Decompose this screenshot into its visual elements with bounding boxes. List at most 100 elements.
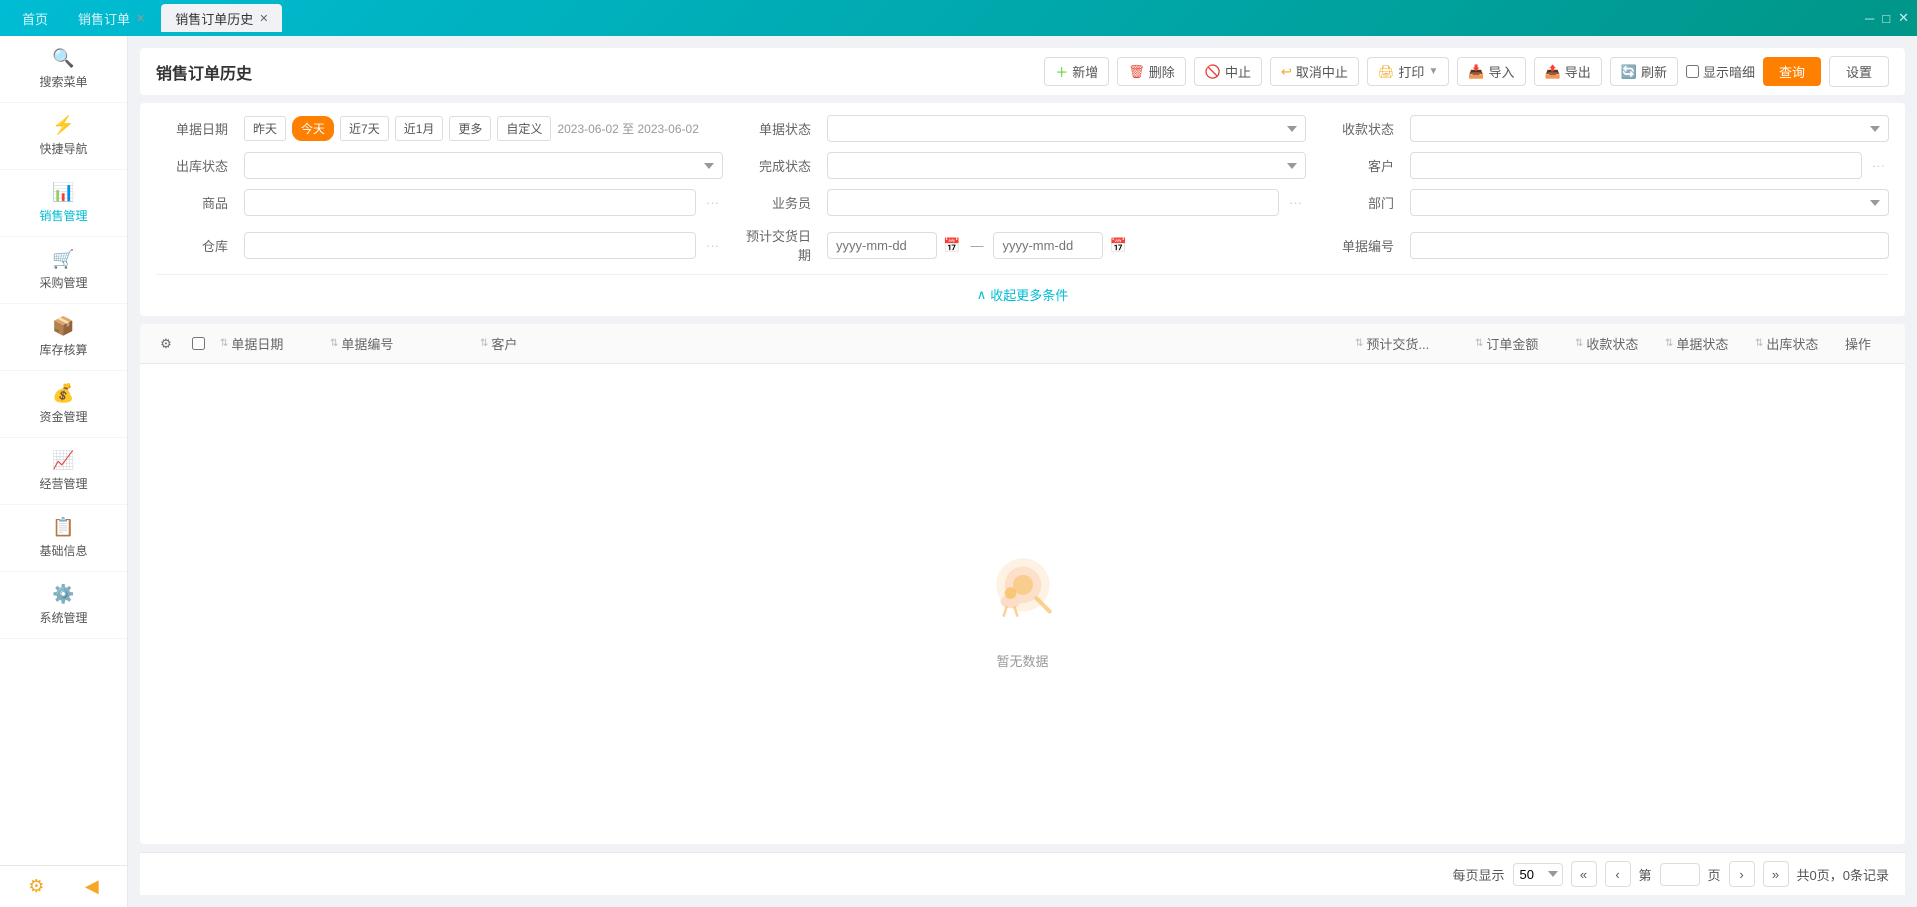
refresh-button[interactable]: 🔄 刷新: [1610, 57, 1678, 86]
search-menu-icon: 🔍: [52, 48, 74, 69]
th-no: ⇅ 单据编号: [322, 334, 472, 353]
stock-out-select[interactable]: [244, 152, 723, 179]
new-button[interactable]: ＋ 新增: [1044, 57, 1109, 86]
sidebar-item-finance[interactable]: 💰 资金管理: [0, 371, 127, 438]
query-button[interactable]: 查询: [1763, 57, 1821, 86]
th-settings[interactable]: ⚙: [148, 336, 184, 352]
th-sort-stock-icon[interactable]: ⇅: [1755, 338, 1763, 349]
sidebar-item-quick-nav[interactable]: ⚡ 快捷导航: [0, 103, 127, 170]
salesperson-dots[interactable]: ···: [1285, 195, 1306, 210]
page-label-post: 页: [1708, 865, 1721, 884]
sales-mgmt-icon: 📊: [52, 182, 74, 203]
stop-icon: 🚫: [1205, 64, 1221, 80]
th-amount-label: 订单金额: [1486, 334, 1538, 353]
date-btn-more[interactable]: 更多: [449, 116, 491, 141]
tab-sales-order-history-close[interactable]: ✕: [259, 12, 268, 25]
tab-sales-order[interactable]: 销售订单 ✕: [64, 4, 159, 32]
tab-sales-order-close[interactable]: ✕: [136, 12, 145, 25]
warehouse-input[interactable]: [244, 232, 696, 259]
th-sort-amount-icon[interactable]: ⇅: [1475, 338, 1483, 349]
settings-button[interactable]: 设置: [1829, 56, 1889, 87]
tab-home[interactable]: 首页: [8, 4, 62, 32]
th-sort-no-icon[interactable]: ⇅: [330, 338, 338, 349]
th-date-label: 单据日期: [231, 334, 283, 353]
sidebar-item-operations[interactable]: 📈 经营管理: [0, 438, 127, 505]
collapse-label: 收起更多条件: [990, 285, 1068, 304]
calendar-end-icon[interactable]: 📅: [1109, 237, 1126, 254]
date-btn-today[interactable]: 今天: [292, 116, 334, 141]
cancel-stop-button[interactable]: ↩ 取消中止: [1270, 57, 1359, 86]
customer-dots[interactable]: ···: [1868, 158, 1889, 173]
tab-sales-order-history[interactable]: 销售订单历史 ✕: [161, 4, 282, 32]
th-sort-receipt-icon[interactable]: ⇅: [1575, 338, 1583, 349]
order-no-input[interactable]: [1410, 232, 1889, 259]
main-layout: 🔍 搜索菜单 ⚡ 快捷导航 📊 销售管理 🛒 采购管理 📦 库存核算 💰 资金管…: [0, 36, 1917, 907]
department-select[interactable]: [1410, 189, 1889, 216]
delete-icon: 🗑: [1128, 64, 1145, 80]
delete-label: 删除: [1149, 62, 1175, 81]
sidebar-item-purchase-mgmt[interactable]: 🛒 采购管理: [0, 237, 127, 304]
complete-status-group: [827, 152, 1306, 179]
sidebar-item-inventory[interactable]: 📦 库存核算: [0, 304, 127, 371]
print-dropdown-icon[interactable]: ▼: [1428, 66, 1438, 77]
date-btn-yesterday[interactable]: 昨天: [244, 116, 286, 141]
sidebar-collapse-icon[interactable]: ◀: [85, 876, 99, 897]
table-body: 暂无数据: [140, 364, 1905, 844]
first-page-button[interactable]: «: [1571, 861, 1597, 887]
sidebar-item-system-mgmt[interactable]: ⚙️ 系统管理: [0, 572, 127, 639]
th-sort-date-icon[interactable]: ⇅: [220, 338, 228, 349]
calendar-start-icon[interactable]: 📅: [943, 237, 960, 254]
select-all-checkbox[interactable]: [192, 337, 205, 350]
refresh-icon: 🔄: [1621, 64, 1637, 80]
salesperson-input[interactable]: [827, 189, 1279, 216]
product-dots[interactable]: ···: [702, 195, 723, 210]
print-button[interactable]: 🖨 打印 ▼: [1367, 57, 1449, 86]
receipt-status-select[interactable]: [1410, 115, 1889, 142]
customer-input[interactable]: [1410, 152, 1862, 179]
order-no-group: [1410, 232, 1889, 259]
window-close-icon[interactable]: ✕: [1898, 10, 1909, 26]
next-page-button[interactable]: ›: [1729, 861, 1755, 887]
date-btn-1month[interactable]: 近1月: [395, 116, 444, 141]
sidebar-item-sales-mgmt[interactable]: 📊 销售管理: [0, 170, 127, 237]
window-maximize-icon[interactable]: □: [1882, 11, 1890, 26]
sidebar-item-search-menu[interactable]: 🔍 搜索菜单: [0, 36, 127, 103]
th-sort-customer-icon[interactable]: ⇅: [480, 338, 488, 349]
stock-out-group: [244, 152, 723, 179]
print-icon: 🖨: [1378, 64, 1395, 80]
export-button[interactable]: 📤 导出: [1534, 57, 1602, 86]
display-columns-checkbox[interactable]: [1686, 65, 1699, 78]
product-input[interactable]: [244, 189, 696, 216]
delivery-date-group: 📅 — 📅: [827, 232, 1306, 259]
sidebar-item-system-mgmt-label: 系统管理: [39, 609, 87, 626]
sidebar-settings-icon[interactable]: ⚙: [28, 876, 44, 897]
date-btn-custom[interactable]: 自定义: [497, 116, 551, 141]
window-minimize-icon[interactable]: ─: [1865, 11, 1874, 26]
th-sort-order-icon[interactable]: ⇅: [1665, 338, 1673, 349]
cancel-stop-label: 取消中止: [1296, 62, 1348, 81]
delivery-date-start[interactable]: [827, 232, 937, 259]
complete-status-select[interactable]: [827, 152, 1306, 179]
total-records: 共0页，0条记录: [1797, 865, 1889, 884]
top-tab-bar: 首页 销售订单 ✕ 销售订单历史 ✕ ─ □ ✕: [0, 0, 1917, 36]
operations-icon: 📈: [52, 450, 74, 471]
warehouse-dots[interactable]: ···: [702, 238, 723, 253]
stop-button[interactable]: 🚫 中止: [1194, 57, 1262, 86]
current-page-input[interactable]: 1: [1660, 863, 1700, 886]
date-btn-7days[interactable]: 近7天: [340, 116, 389, 141]
settings-icon: ⚙: [160, 336, 172, 352]
last-page-button[interactable]: »: [1763, 861, 1789, 887]
import-button[interactable]: 📥 导入: [1457, 57, 1525, 86]
delete-button[interactable]: 🗑 删除: [1117, 57, 1186, 86]
sidebar-item-basic-info[interactable]: 📋 基础信息: [0, 505, 127, 572]
th-sort-delivery-icon[interactable]: ⇅: [1355, 338, 1363, 349]
prev-page-button[interactable]: ‹: [1605, 861, 1631, 887]
order-status-select[interactable]: [827, 115, 1306, 142]
receipt-status-label: 收款状态: [1322, 119, 1394, 138]
collapse-filter-btn[interactable]: ∧ 收起更多条件: [156, 281, 1889, 304]
sidebar-item-operations-label: 经营管理: [39, 475, 87, 492]
basic-info-icon: 📋: [52, 517, 74, 538]
page-size-select[interactable]: 50 10 20 100: [1513, 863, 1563, 886]
system-mgmt-icon: ⚙️: [52, 584, 74, 605]
delivery-date-end[interactable]: [993, 232, 1103, 259]
